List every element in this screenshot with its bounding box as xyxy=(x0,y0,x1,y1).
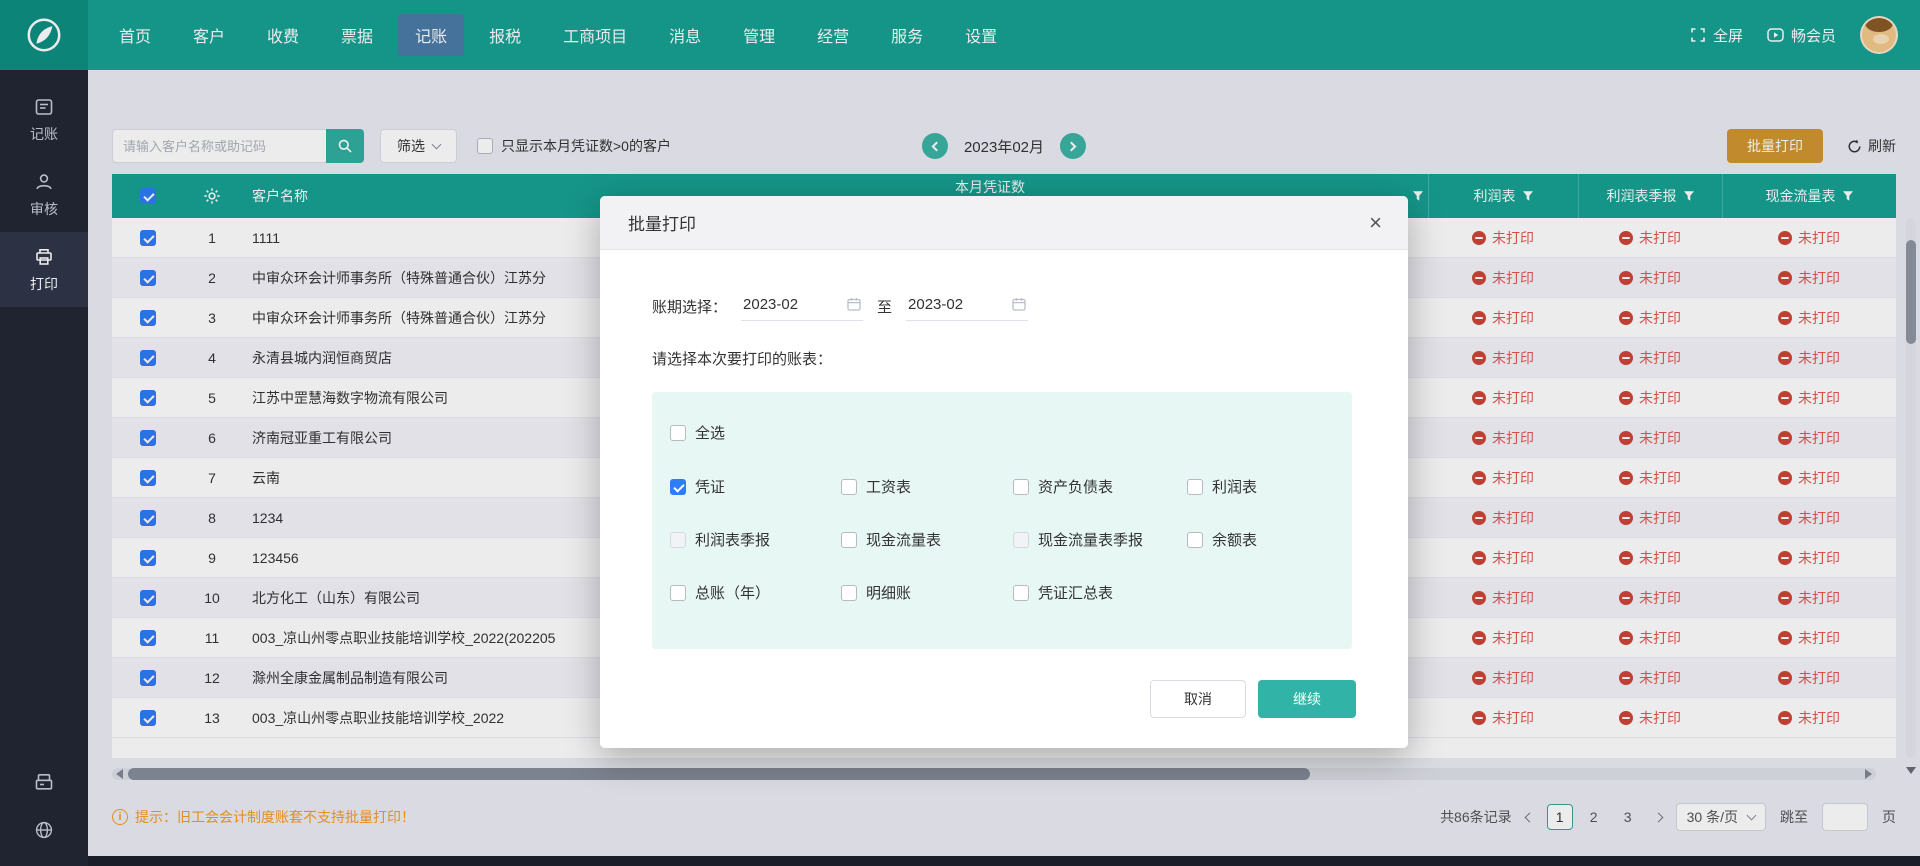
continue-button[interactable]: 继续 xyxy=(1258,680,1356,718)
option-checkbox[interactable] xyxy=(1187,478,1203,495)
period-from-value: 2023-02 xyxy=(743,295,799,313)
option-label: 凭证 xyxy=(695,479,726,496)
select-all-label: 全选 xyxy=(695,425,726,442)
option-checkbox[interactable] xyxy=(670,584,686,601)
option-label: 凭证汇总表 xyxy=(1038,585,1114,602)
option-checkbox[interactable] xyxy=(1013,531,1029,548)
period-label: 账期选择： xyxy=(652,298,728,316)
option-label: 现金流量表季报 xyxy=(1038,532,1144,549)
select-all-checkbox[interactable] xyxy=(670,424,686,441)
select-hint: 请选择本次要打印的账表： xyxy=(652,351,833,368)
report-option[interactable]: 明细账 xyxy=(841,582,1013,603)
period-to-value: 2023-02 xyxy=(908,295,964,313)
option-label: 利润表季报 xyxy=(695,532,771,549)
calendar-icon xyxy=(1012,297,1026,311)
report-option[interactable]: 现金流量表季报 xyxy=(1013,529,1187,550)
report-options-panel: 全选 凭证 工资表 资产负债表 利润表利润表季报 现金流量表 现金流量表季报 余额表总账（年… xyxy=(652,392,1352,649)
option-label: 明细账 xyxy=(866,585,912,602)
period-row: 账期选择： 2023-02 至 2023-02 xyxy=(652,290,1029,322)
option-label: 资产负债表 xyxy=(1038,479,1114,496)
period-to-input[interactable]: 2023-02 xyxy=(906,292,1029,321)
option-label: 现金流量表 xyxy=(866,532,942,549)
report-option[interactable]: 现金流量表 xyxy=(841,529,1013,550)
report-option[interactable]: 利润表季报 xyxy=(670,529,841,550)
modal-header: 批量打印 × xyxy=(600,196,1408,250)
period-to-label: 至 xyxy=(877,298,893,316)
option-label: 总账（年） xyxy=(695,585,771,602)
option-label: 余额表 xyxy=(1212,532,1258,549)
report-option[interactable]: 总账（年） xyxy=(670,582,841,603)
close-icon[interactable]: × xyxy=(1369,211,1382,234)
option-label: 工资表 xyxy=(866,479,912,496)
report-option[interactable]: 凭证 xyxy=(670,476,841,497)
option-checkbox[interactable] xyxy=(670,531,686,548)
report-option[interactable]: 资产负债表 xyxy=(1013,476,1187,497)
cancel-button[interactable]: 取消 xyxy=(1150,680,1246,718)
report-option[interactable]: 凭证汇总表 xyxy=(1013,582,1187,603)
report-options-grid: 凭证 工资表 资产负债表 利润表利润表季报 现金流量表 现金流量表季报 余额表总账（年） 明细… xyxy=(670,476,1334,603)
batch-print-modal: 批量打印 × 账期选择： 2023-02 至 2023-02 请选择本次要打印的… xyxy=(600,196,1408,748)
option-checkbox[interactable] xyxy=(1013,584,1029,601)
option-checkbox[interactable] xyxy=(841,478,857,495)
calendar-icon xyxy=(847,297,861,311)
period-from-input[interactable]: 2023-02 xyxy=(741,292,864,321)
option-checkbox[interactable] xyxy=(1187,531,1203,548)
modal-buttons: 取消 继续 xyxy=(1150,680,1356,718)
option-checkbox[interactable] xyxy=(841,531,857,548)
option-checkbox[interactable] xyxy=(1013,478,1029,495)
option-checkbox[interactable] xyxy=(841,584,857,601)
option-label: 利润表 xyxy=(1212,479,1258,496)
select-all-option[interactable]: 全选 xyxy=(670,422,1334,443)
report-option[interactable]: 利润表 xyxy=(1187,476,1334,497)
report-option[interactable]: 工资表 xyxy=(841,476,1013,497)
modal-title: 批量打印 xyxy=(628,215,696,234)
option-checkbox[interactable] xyxy=(670,478,686,495)
report-option[interactable]: 余额表 xyxy=(1187,529,1334,550)
